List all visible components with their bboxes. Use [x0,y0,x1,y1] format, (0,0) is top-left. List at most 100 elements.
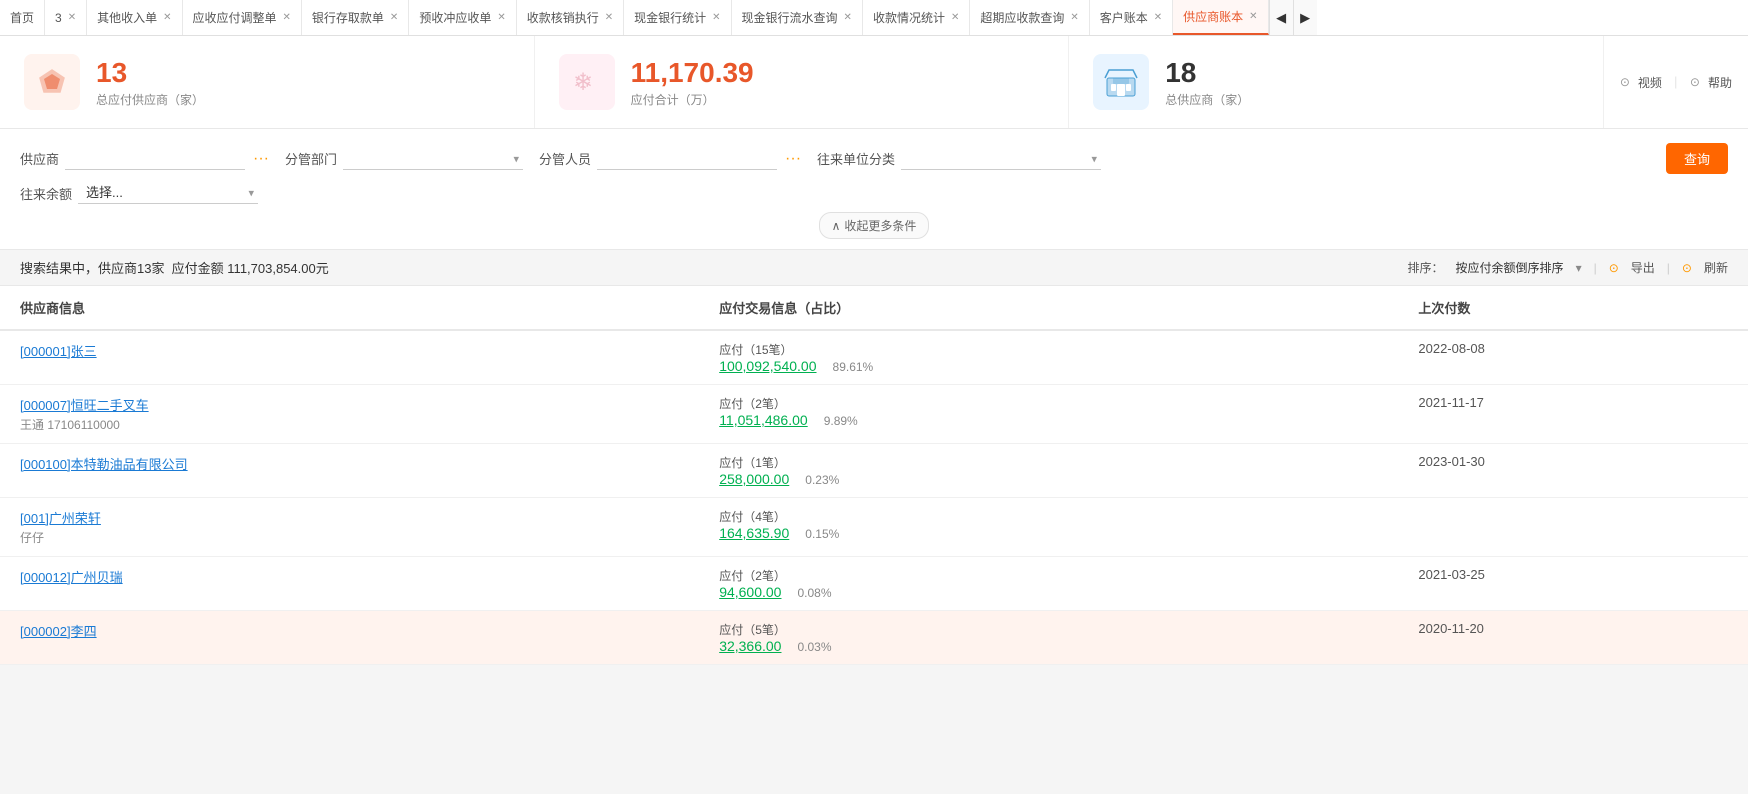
tx-amount[interactable]: 94,600.00 [719,584,781,600]
supplier-link[interactable]: [001]广州荣轩 [20,511,101,526]
person-dots-icon[interactable]: ··· [785,150,801,168]
table-row: [000012]广州贝瑞应付（2笔）94,600.000.08%2021-03-… [0,557,1748,611]
tx-type-label: 应付（2笔） [719,567,1378,584]
video-link[interactable]: 视频 [1638,74,1662,91]
nav-tab-home-label: 首页 [10,9,34,26]
nav-tab-cash-bank-stat[interactable]: 现金银行统计 ✕ [624,0,731,35]
nav-tab-receipt-stat[interactable]: 收款情况统计 ✕ [863,0,970,35]
nav-tab-home[interactable]: 首页 [0,0,45,35]
supplier-link[interactable]: [000100]本特勒油品有限公司 [20,457,188,472]
nav-tab-customer-ledger[interactable]: 客户账本 ✕ [1090,0,1173,35]
help-link[interactable]: 帮助 [1708,74,1732,91]
close-icon[interactable]: ✕ [497,12,505,23]
supplier-link[interactable]: [000002]李四 [20,624,97,639]
nav-tab-ar-ap-adjust[interactable]: 应收应付调整单 ✕ [183,0,302,35]
last-pay-date: 2021-11-17 [1418,395,1484,410]
balance-select[interactable]: 选择... [78,182,258,204]
close-icon[interactable]: ✕ [283,12,291,23]
query-button[interactable]: 查询 [1666,143,1728,174]
table-row: [001]广州荣轩仔仔应付（4笔）164,635.900.15% [0,498,1748,557]
nav-tab-bank-deposit-label: 银行存取款单 [312,9,384,26]
supplier-filter: 供应商 ··· [20,148,269,170]
nav-tab-receipt-verify-label: 收款核销执行 [527,9,599,26]
category-filter-label: 往来单位分类 [817,149,895,168]
sort-selector[interactable]: 按应付余额倒序排序 [1456,259,1564,276]
total-supplier-label: 总供应商（家） [1165,91,1249,108]
supplier-info-cell: [000100]本特勒油品有限公司 [0,444,699,498]
nav-tab-supplier-ledger[interactable]: 供应商账本 ✕ [1173,0,1268,35]
supplier-link[interactable]: [000007]恒旺二手叉车 [20,398,149,413]
category-filter: 往来单位分类 [817,148,1101,170]
nav-tab-other-income-label: 其他收入单 [97,9,157,26]
nav-tab-other-income[interactable]: 其他收入单 ✕ [87,0,182,35]
dept-select[interactable] [343,148,523,170]
tx-percentage: 9.89% [824,414,858,428]
summary-card-total-suppliers: 18 总供应商（家） [1069,36,1604,128]
supplier-input[interactable] [65,148,245,170]
close-icon[interactable]: ✕ [712,12,720,23]
close-icon[interactable]: ✕ [390,12,398,23]
person-input[interactable] [597,148,777,170]
supplier-link[interactable]: [000012]广州贝瑞 [20,570,123,585]
last-pay-cell: 2021-11-17 [1398,385,1748,444]
summary-card-suppliers-payable: 13 总应付供应商（家） [0,36,535,128]
last-pay-date: 2020-11-20 [1418,621,1484,636]
category-select-wrap [901,148,1101,170]
nav-tab-receipt-verify[interactable]: 收款核销执行 ✕ [517,0,624,35]
nav-next-button[interactable]: ▶ [1293,0,1317,36]
last-pay-cell [1398,498,1748,557]
tx-info-cell: 应付（2笔）11,051,486.009.89% [699,385,1398,444]
result-info: 搜索结果中，供应商13家 应付金额 111,703,854.00元 [20,258,329,277]
shop-icon [1093,54,1149,110]
nav-prev-button[interactable]: ◀ [1269,0,1293,36]
close-icon[interactable]: ✕ [1070,12,1078,23]
supplier-table: 供应商信息 应付交易信息（占比） 上次付数 [000001]张三应付（15笔）1… [0,286,1748,665]
total-supplier-count: 18 [1165,56,1249,90]
close-icon[interactable]: ✕ [163,12,171,23]
last-pay-cell: 2020-11-20 [1398,611,1748,665]
collapse-btn-label: 收起更多条件 [844,217,916,234]
nav-tab-prepay-ar[interactable]: 预收冲应收单 ✕ [409,0,516,35]
nav-tab-prepay-ar-label: 预收冲应收单 [419,9,491,26]
top-navigation: 首页 3 ✕ 其他收入单 ✕ 应收应付调整单 ✕ 银行存取款单 ✕ 预收冲应收单… [0,0,1748,36]
nav-tab-3[interactable]: 3 ✕ [45,0,87,35]
last-pay-cell: 2023-01-30 [1398,444,1748,498]
close-icon[interactable]: ✕ [605,12,613,23]
payable-total-label: 应付合计（万） [631,91,754,108]
collapse-button[interactable]: ∧ 收起更多条件 [819,212,930,239]
balance-select-wrap: 选择... [78,182,258,204]
person-filter: 分管人员 ··· [539,148,801,170]
tx-amount[interactable]: 11,051,486.00 [719,412,808,428]
col-header-lastpay: 上次付数 [1398,286,1748,330]
refresh-button[interactable]: 刷新 [1704,259,1728,276]
sort-down-icon[interactable]: ▾ [1576,261,1582,275]
supplier-sub-info: 仔仔 [20,529,679,546]
close-icon[interactable]: ✕ [68,12,76,23]
tx-type-label: 应付（4笔） [719,508,1378,525]
chevron-up-icon: ∧ [832,219,841,233]
supplier-info-cell: [000001]张三 [0,330,699,385]
category-select[interactable] [901,148,1101,170]
export-button[interactable]: 导出 [1631,259,1655,276]
tx-amount[interactable]: 258,000.00 [719,471,789,487]
close-icon[interactable]: ✕ [951,12,959,23]
tx-amount[interactable]: 32,366.00 [719,638,781,654]
tx-amount[interactable]: 164,635.90 [719,525,789,541]
supplier-dots-icon[interactable]: ··· [253,150,269,168]
nav-tab-overdue-ar[interactable]: 超期应收款查询 ✕ [970,0,1089,35]
diamond-icon [24,54,80,110]
close-icon[interactable]: ✕ [1249,11,1257,22]
close-icon[interactable]: ✕ [1154,12,1162,23]
supplier-info-cell: [000002]李四 [0,611,699,665]
circle-icon: ⊙ [1620,75,1630,89]
result-summary-text: 搜索结果中，供应商13家 应付金额 111,703,854.00元 [20,261,329,276]
nav-tab-supplier-ledger-label: 供应商账本 [1183,8,1243,25]
circle-icon2: ⊙ [1690,75,1700,89]
supplier-link[interactable]: [000001]张三 [20,344,97,359]
close-icon[interactable]: ✕ [844,12,852,23]
nav-tab-cash-bank-flow[interactable]: 现金银行流水查询 ✕ [732,0,863,35]
tx-amount[interactable]: 100,092,540.00 [719,358,816,374]
dept-filter-label: 分管部门 [285,149,337,168]
nav-tab-bank-deposit[interactable]: 银行存取款单 ✕ [302,0,409,35]
supplier-table-container: 供应商信息 应付交易信息（占比） 上次付数 [000001]张三应付（15笔）1… [0,286,1748,665]
